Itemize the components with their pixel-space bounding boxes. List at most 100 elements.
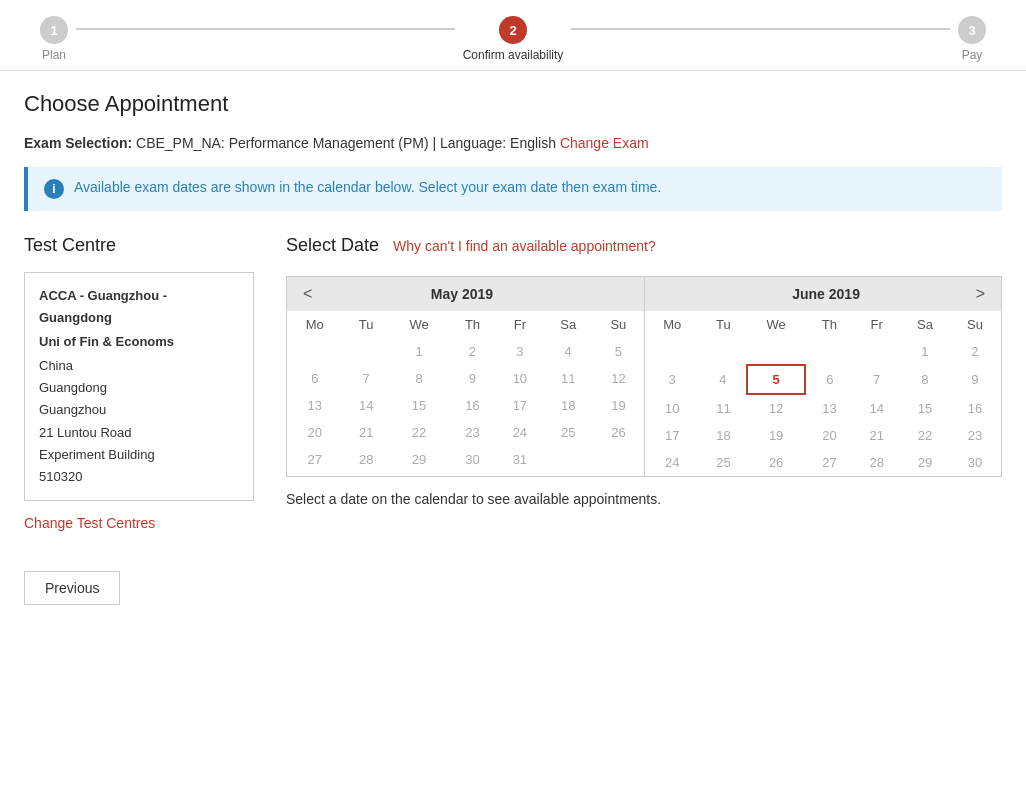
step-2-label: Confirm availability bbox=[463, 48, 564, 62]
table-row[interactable]: 10 bbox=[497, 365, 544, 392]
table-row[interactable]: 22 bbox=[390, 419, 449, 446]
table-row[interactable]: 7 bbox=[343, 365, 390, 392]
table-row[interactable]: 7 bbox=[854, 365, 900, 394]
test-centre-name-line2: Uni of Fin & Economs bbox=[39, 331, 239, 353]
table-row[interactable]: 29 bbox=[900, 449, 950, 476]
table-row[interactable]: 20 bbox=[805, 422, 853, 449]
table-row[interactable]: 25 bbox=[700, 449, 747, 476]
step-1-circle: 1 bbox=[40, 16, 68, 44]
table-row[interactable]: 31 bbox=[497, 446, 544, 473]
table-row[interactable]: 2 bbox=[950, 338, 1000, 365]
june-day-th: Th bbox=[805, 311, 853, 338]
table-row[interactable]: 26 bbox=[593, 419, 643, 446]
table-row[interactable]: 24 bbox=[645, 449, 700, 476]
table-row[interactable]: 18 bbox=[543, 392, 593, 419]
table-row[interactable]: 17 bbox=[645, 422, 700, 449]
table-row[interactable]: 3 bbox=[497, 338, 544, 365]
calendars-row: < May 2019 Mo Tu We Th bbox=[287, 277, 1001, 476]
table-row[interactable]: 2 bbox=[448, 338, 496, 365]
table-row[interactable]: 23 bbox=[950, 422, 1000, 449]
table-row[interactable]: 4 bbox=[700, 365, 747, 394]
table-row[interactable]: 5 bbox=[593, 338, 643, 365]
table-row[interactable]: 5 bbox=[747, 365, 805, 394]
table-row[interactable]: 20 bbox=[287, 419, 343, 446]
june-day-we: We bbox=[747, 311, 805, 338]
test-centre-city: Guangzhou bbox=[39, 399, 239, 421]
table-row[interactable]: 30 bbox=[448, 446, 496, 473]
may-day-mo: Mo bbox=[287, 311, 343, 338]
table-row[interactable]: 19 bbox=[747, 422, 805, 449]
table-row[interactable]: 28 bbox=[343, 446, 390, 473]
bottom-bar: Previous bbox=[0, 551, 1026, 625]
change-test-centres-link[interactable]: Change Test Centres bbox=[24, 515, 155, 531]
step-3-circle: 3 bbox=[958, 16, 986, 44]
table-row[interactable]: 14 bbox=[854, 394, 900, 422]
table-row[interactable]: 27 bbox=[805, 449, 853, 476]
june-day-sa: Sa bbox=[900, 311, 950, 338]
table-row[interactable]: 3 bbox=[645, 365, 700, 394]
table-row[interactable]: 22 bbox=[900, 422, 950, 449]
table-row[interactable]: 26 bbox=[747, 449, 805, 476]
table-row[interactable]: 16 bbox=[950, 394, 1000, 422]
may-day-sa: Sa bbox=[543, 311, 593, 338]
calendar-note: Select a date on the calendar to see ava… bbox=[286, 477, 1002, 511]
table-row[interactable]: 15 bbox=[390, 392, 449, 419]
table-row[interactable]: 9 bbox=[950, 365, 1000, 394]
step-1-label: Plan bbox=[42, 48, 66, 62]
exam-selection-value: CBE_PM_NA: Performance Management (PM) |… bbox=[136, 135, 556, 151]
info-text: Available exam dates are shown in the ca… bbox=[74, 179, 661, 195]
test-centre-country: China bbox=[39, 355, 239, 377]
table-row[interactable]: 30 bbox=[950, 449, 1000, 476]
june-header: June 2019 > bbox=[645, 277, 1002, 311]
table-row[interactable]: 14 bbox=[343, 392, 390, 419]
table-row[interactable]: 4 bbox=[543, 338, 593, 365]
table-row[interactable]: 9 bbox=[448, 365, 496, 392]
table-row[interactable]: 13 bbox=[287, 392, 343, 419]
table-row[interactable]: 11 bbox=[700, 394, 747, 422]
table-row[interactable]: 1 bbox=[900, 338, 950, 365]
exam-selection-row: Exam Selection: CBE_PM_NA: Performance M… bbox=[24, 135, 1002, 151]
test-centre-name-line1: ACCA - Guangzhou - Guangdong bbox=[39, 285, 239, 329]
june-day-fr: Fr bbox=[854, 311, 900, 338]
table-row[interactable]: 11 bbox=[543, 365, 593, 392]
table-row[interactable]: 6 bbox=[287, 365, 343, 392]
table-row[interactable]: 18 bbox=[700, 422, 747, 449]
table-row[interactable]: 21 bbox=[854, 422, 900, 449]
table-row[interactable]: 13 bbox=[805, 394, 853, 422]
table-row[interactable]: 19 bbox=[593, 392, 643, 419]
table-row bbox=[343, 338, 390, 365]
table-row[interactable]: 29 bbox=[390, 446, 449, 473]
test-centre-column: Test Centre ACCA - Guangzhou - Guangdong… bbox=[24, 235, 254, 531]
table-row bbox=[747, 338, 805, 365]
table-row[interactable]: 23 bbox=[448, 419, 496, 446]
prev-month-button[interactable]: < bbox=[299, 285, 316, 303]
table-row[interactable]: 15 bbox=[900, 394, 950, 422]
may-day-fr: Fr bbox=[497, 311, 544, 338]
next-month-button[interactable]: > bbox=[972, 285, 989, 303]
table-row[interactable]: 10 bbox=[645, 394, 700, 422]
june-title: June 2019 bbox=[792, 286, 860, 302]
table-row bbox=[805, 338, 853, 365]
june-calendar: June 2019 > Mo Tu We Th Fr bbox=[645, 277, 1002, 476]
previous-button[interactable]: Previous bbox=[24, 571, 120, 605]
table-row[interactable]: 8 bbox=[390, 365, 449, 392]
table-row[interactable]: 12 bbox=[593, 365, 643, 392]
table-row[interactable]: 8 bbox=[900, 365, 950, 394]
table-row[interactable]: 1 bbox=[390, 338, 449, 365]
table-row[interactable]: 21 bbox=[343, 419, 390, 446]
table-row[interactable]: 27 bbox=[287, 446, 343, 473]
select-date-header: Select Date Why can't I find an availabl… bbox=[286, 235, 1002, 256]
table-row[interactable]: 12 bbox=[747, 394, 805, 422]
june-day-mo: Mo bbox=[645, 311, 700, 338]
table-row[interactable]: 25 bbox=[543, 419, 593, 446]
change-exam-link[interactable]: Change Exam bbox=[560, 135, 649, 151]
table-row[interactable]: 24 bbox=[497, 419, 544, 446]
table-row[interactable]: 6 bbox=[805, 365, 853, 394]
why-link[interactable]: Why can't I find an available appointmen… bbox=[393, 238, 656, 254]
exam-selection-label: Exam Selection: bbox=[24, 135, 132, 151]
table-row[interactable]: 16 bbox=[448, 392, 496, 419]
step-3: 3 Pay bbox=[958, 16, 986, 62]
table-row[interactable]: 17 bbox=[497, 392, 544, 419]
select-date-column: Select Date Why can't I find an availabl… bbox=[286, 235, 1002, 511]
table-row[interactable]: 28 bbox=[854, 449, 900, 476]
